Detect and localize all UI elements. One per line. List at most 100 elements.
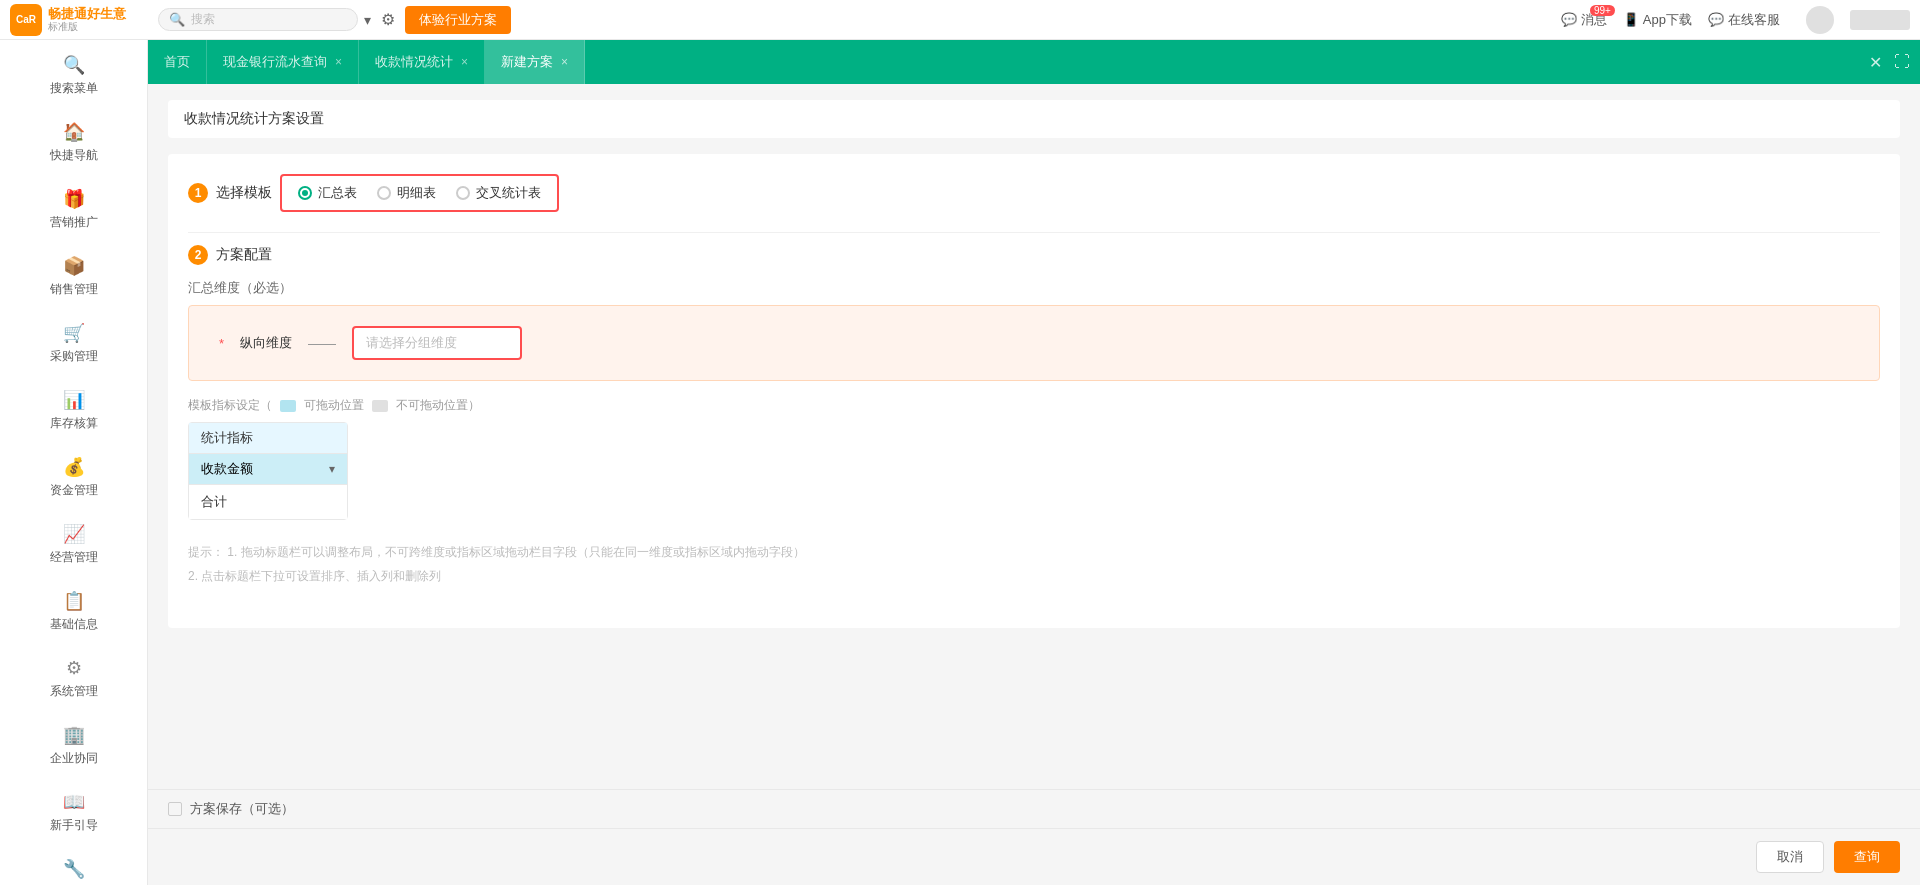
sidebar-item-label: 采购管理: [50, 348, 98, 365]
content-area: 首页 现金银行流水查询 × 收款情况统计 × 新建方案 × ✕ ⛶ 收款情况统计…: [148, 40, 1920, 885]
sidebar-item-system[interactable]: ⚙ 系统管理: [0, 643, 147, 710]
metrics-table: 统计指标 收款金额 ▾ 合计: [188, 422, 348, 520]
industry-button[interactable]: 体验行业方案: [405, 6, 511, 34]
tip-2: 2. 点击标题栏下拉可设置排序、插入列和删除列: [188, 564, 1880, 588]
sidebar-item-label: 搜索菜单: [50, 80, 98, 97]
query-button[interactable]: 查询: [1834, 841, 1900, 873]
tab-receipt-stats-close[interactable]: ×: [461, 55, 468, 69]
tab-new-plan[interactable]: 新建方案 ×: [485, 40, 585, 84]
step1-title: 选择模板: [216, 184, 272, 202]
marketing-icon: 🎁: [63, 188, 85, 210]
sidebar-item-management[interactable]: 📈 经营管理: [0, 509, 147, 576]
management-icon: 📈: [63, 523, 85, 545]
sidebar-item-guide[interactable]: 📖 新手引导: [0, 777, 147, 844]
col-header-dropdown-icon[interactable]: ▾: [329, 462, 335, 476]
sidebar-item-marketing[interactable]: 🎁 营销推广: [0, 174, 147, 241]
tab-close-btn[interactable]: ✕: [1869, 53, 1882, 72]
radio-cross[interactable]: 交叉统计表: [456, 184, 541, 202]
step2-title: 方案配置: [216, 246, 272, 264]
search-menu-icon: 🔍: [63, 54, 85, 76]
tab-receipt-stats[interactable]: 收款情况统计 ×: [359, 40, 485, 84]
metrics-table-header: 统计指标: [189, 423, 347, 454]
sidebar-item-purchase[interactable]: 🛒 采购管理: [0, 308, 147, 375]
vertical-dim-row: * 纵向维度 —— 请选择分组维度: [219, 326, 1849, 360]
page-title: 收款情况统计方案设置: [168, 100, 1900, 138]
sidebar-item-enterprise[interactable]: 🏢 企业协同: [0, 710, 147, 777]
sidebar-item-sales[interactable]: 📦 销售管理: [0, 241, 147, 308]
sidebar-item-home[interactable]: 🏠 快捷导航: [0, 107, 147, 174]
step2-header: 2 方案配置: [188, 245, 1880, 265]
metrics-label-text: 模板指标设定（: [188, 397, 272, 414]
top-bar-right: 💬 消息 99+ 📱 App下载 💬 在线客服: [1561, 6, 1910, 34]
home-icon: 🏠: [63, 121, 85, 143]
save-option-bar: 方案保存（可选）: [148, 789, 1920, 828]
search-icon: 🔍: [169, 12, 185, 27]
radio-detail[interactable]: 明细表: [377, 184, 436, 202]
dimension-area: * 纵向维度 —— 请选择分组维度: [188, 305, 1880, 381]
user-avatar[interactable]: [1806, 6, 1834, 34]
step2-number: 2: [188, 245, 208, 265]
customer-service-item[interactable]: 💬 在线客服: [1708, 11, 1780, 29]
gear-icon[interactable]: ⚙: [381, 10, 395, 29]
sidebar-item-label: 库存核算: [50, 415, 98, 432]
fixed-hint-box: [372, 400, 388, 412]
radio-cross-circle: [456, 186, 470, 200]
metrics-hint: 模板指标设定（ 可拖动位置 不可拖动位置）: [188, 397, 1880, 414]
message-badge: 99+: [1590, 5, 1615, 16]
system-icon: ⚙: [66, 657, 82, 679]
col-header-cell[interactable]: 收款金额 ▾: [189, 454, 347, 485]
radio-summary-label: 汇总表: [318, 184, 357, 202]
tab-new-plan-label: 新建方案: [501, 53, 553, 71]
sidebar-item-hardware[interactable]: 🔧 智能硬件: [0, 844, 147, 885]
sidebar-item-inventory[interactable]: 📊 库存核算: [0, 375, 147, 442]
sidebar-item-search[interactable]: 🔍 搜索菜单: [0, 40, 147, 107]
draggable-hint-box: [280, 400, 296, 412]
sidebar-item-basic-info[interactable]: 📋 基础信息: [0, 576, 147, 643]
logo-text: 畅捷通好生意: [48, 6, 126, 22]
sidebar-item-finance[interactable]: 💰 资金管理: [0, 442, 147, 509]
user-name: [1850, 10, 1910, 30]
message-icon: 💬: [1561, 12, 1577, 27]
radio-detail-label: 明细表: [397, 184, 436, 202]
purchase-icon: 🛒: [63, 322, 85, 344]
top-bar: CaR 畅捷通好生意 标准版 🔍 搜索 ▾ ⚙ 体验行业方案 💬 消息 99+ …: [0, 0, 1920, 40]
tab-home[interactable]: 首页: [148, 40, 207, 84]
step2-section: 2 方案配置 汇总维度（必选） * 纵向维度 ——: [188, 245, 1880, 588]
cancel-button[interactable]: 取消: [1756, 841, 1824, 873]
sidebar-item-label: 快捷导航: [50, 147, 98, 164]
save-checkbox[interactable]: [168, 802, 182, 816]
dropdown-icon[interactable]: ▾: [364, 12, 371, 28]
inventory-icon: 📊: [63, 389, 85, 411]
dim-selector[interactable]: 请选择分组维度: [352, 326, 522, 360]
tab-bank-flow[interactable]: 现金银行流水查询 ×: [207, 40, 359, 84]
tab-new-plan-close[interactable]: ×: [561, 55, 568, 69]
logo-badge: 标准版: [48, 21, 126, 33]
app-download-icon: 📱: [1623, 12, 1639, 27]
col-sub-label: 合计: [201, 494, 227, 509]
tab-maximize-btn[interactable]: ⛶: [1894, 53, 1910, 71]
message-item[interactable]: 💬 消息 99+: [1561, 11, 1607, 29]
dim-selector-placeholder: 请选择分组维度: [366, 335, 457, 350]
tab-bank-flow-label: 现金银行流水查询: [223, 53, 327, 71]
vertical-dim-label: 纵向维度: [240, 334, 292, 352]
hint-fixed-label: 不可拖动位置）: [396, 397, 480, 414]
main-layout: 🔍 搜索菜单 🏠 快捷导航 🎁 营销推广 📦 销售管理 🛒 采购管理 📊 库存核…: [0, 40, 1920, 885]
radio-cross-label: 交叉统计表: [476, 184, 541, 202]
save-label: 方案保存（可选）: [190, 800, 294, 818]
radio-summary[interactable]: 汇总表: [298, 184, 357, 202]
sidebar-item-label: 营销推广: [50, 214, 98, 231]
metrics-table-header-label: 统计指标: [201, 429, 253, 447]
app-download-label: App下载: [1643, 11, 1692, 29]
tip-1: 提示： 1. 拖动标题栏可以调整布局，不可跨维度或指标区域拖动栏目字段（只能在同…: [188, 540, 1880, 564]
search-box[interactable]: 🔍 搜索: [158, 8, 358, 31]
arrow-icon: ——: [308, 335, 336, 351]
radio-summary-circle: [298, 186, 312, 200]
tab-bank-flow-close[interactable]: ×: [335, 55, 342, 69]
tab-receipt-stats-label: 收款情况统计: [375, 53, 453, 71]
app-download-item[interactable]: 📱 App下载: [1623, 11, 1692, 29]
basic-info-icon: 📋: [63, 590, 85, 612]
required-star: *: [219, 336, 224, 351]
col-sub-cell: 合计: [189, 485, 347, 519]
dimension-section: 汇总维度（必选） * 纵向维度 —— 请选择分组维度: [188, 279, 1880, 381]
sales-icon: 📦: [63, 255, 85, 277]
